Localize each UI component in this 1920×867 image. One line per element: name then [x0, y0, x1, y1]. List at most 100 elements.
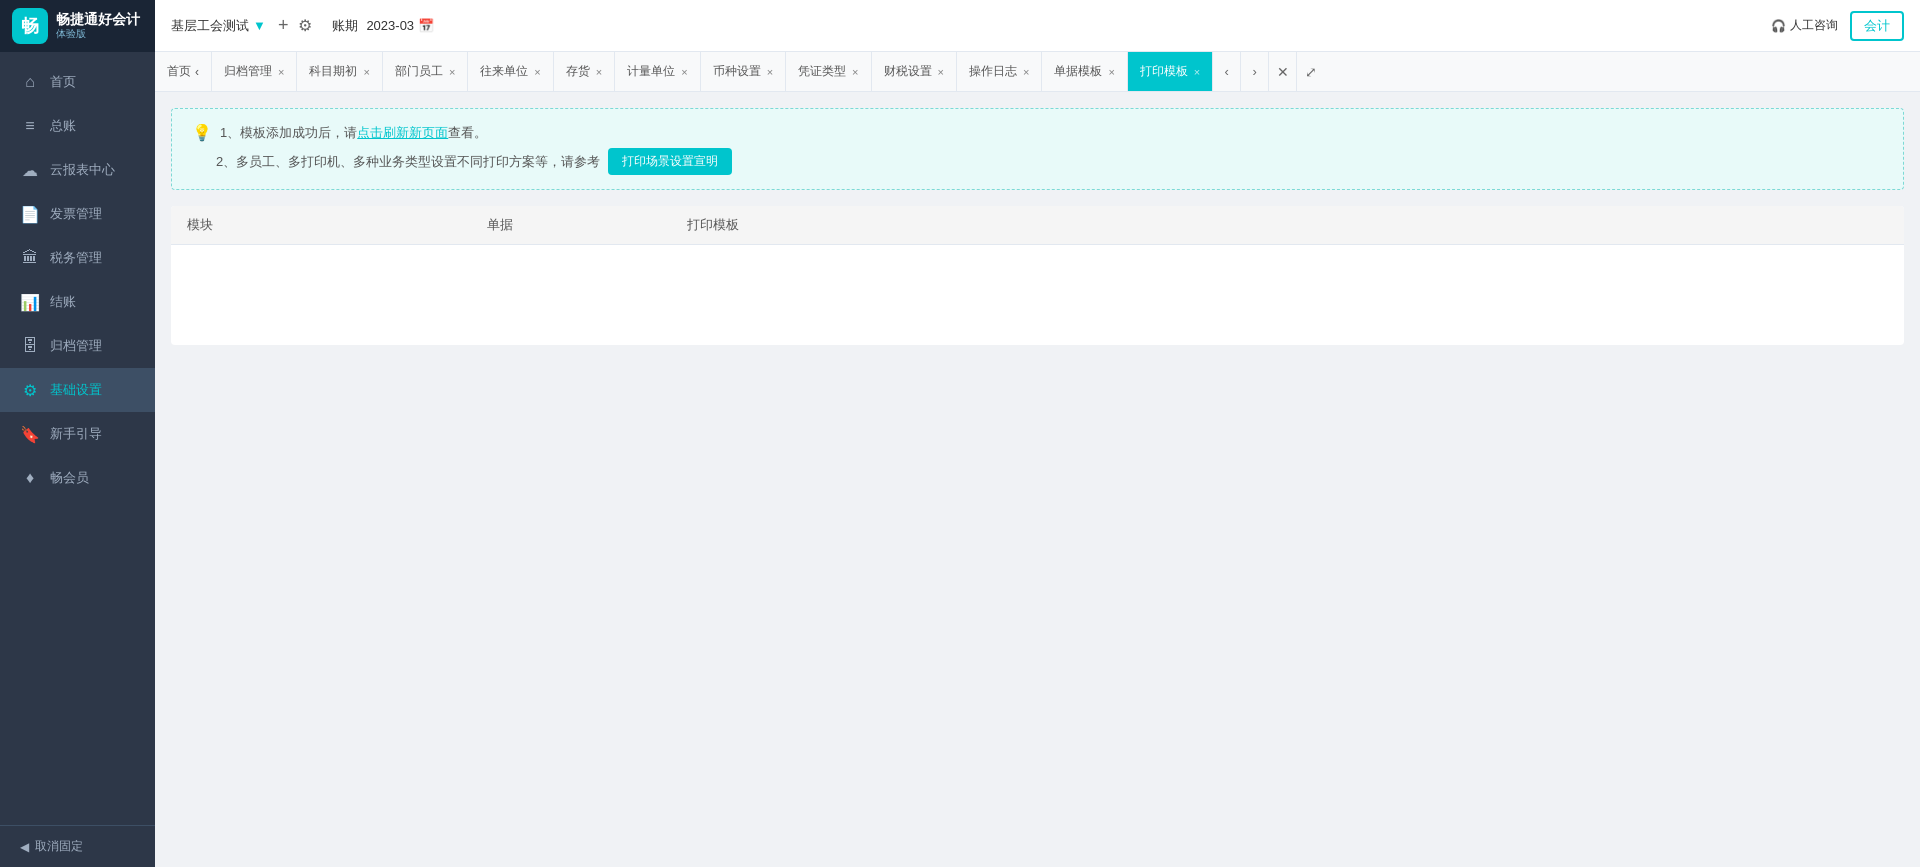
tab-currency-close[interactable]: ×: [767, 66, 773, 78]
tab-prev-button[interactable]: ‹: [1213, 52, 1241, 92]
tax-icon: 🏛: [20, 248, 40, 268]
table-header: 模块 单据 打印模板: [171, 206, 1904, 245]
tab-measure[interactable]: 计量单位 ×: [615, 52, 700, 92]
sidebar-item-vip[interactable]: ♦ 畅会员: [0, 456, 155, 500]
notice-line-2: 2、多员工、多打印机、多种业务类型设置不同打印方案等，请参考 打印场景设置宣明: [192, 148, 1883, 175]
company-name: 基层工会测试: [171, 17, 249, 35]
period-value: 2023-03: [366, 18, 414, 33]
tab-contacts[interactable]: 往来单位 ×: [468, 52, 553, 92]
tab-inventory-close[interactable]: ×: [596, 66, 602, 78]
tab-inventory[interactable]: 存货 ×: [554, 52, 615, 92]
tab-subject-init[interactable]: 科目期初 ×: [297, 52, 382, 92]
tab-voucher-close[interactable]: ×: [852, 66, 858, 78]
logo-icon: 畅: [12, 8, 48, 44]
tab-tax-label: 财税设置: [884, 63, 932, 80]
guide-icon: 🔖: [20, 424, 40, 444]
tab-archive-close[interactable]: ×: [278, 66, 284, 78]
tab-measure-label: 计量单位: [627, 63, 675, 80]
col-doc: 单据: [487, 216, 687, 234]
archive-icon: 🗄: [20, 336, 40, 356]
company-dropdown-icon[interactable]: ▼: [253, 18, 266, 33]
sidebar-item-reports[interactable]: ☁ 云报表中心: [0, 148, 155, 192]
sidebar-label-vip: 畅会员: [50, 469, 89, 487]
tab-op-log[interactable]: 操作日志 ×: [957, 52, 1042, 92]
tab-archive-mgmt[interactable]: 归档管理 ×: [212, 52, 297, 92]
tab-print-close[interactable]: ×: [1194, 66, 1200, 78]
notice-refresh-link[interactable]: 点击刷新新页面: [357, 124, 448, 142]
topbar: 基层工会测试 ▼ + ⚙ 账期 2023-03 📅 🎧 人工咨询 会计: [155, 0, 1920, 52]
notice-text-1-after: 查看。: [448, 124, 487, 142]
invoice-icon: 📄: [20, 204, 40, 224]
tab-tax-close[interactable]: ×: [938, 66, 944, 78]
sidebar-unpin-button[interactable]: ◀ 取消固定: [0, 825, 155, 867]
table-body: [171, 245, 1904, 345]
sidebar-item-invoice[interactable]: 📄 发票管理: [0, 192, 155, 236]
headset-icon: 🎧: [1771, 19, 1786, 33]
tab-contacts-label: 往来单位: [480, 63, 528, 80]
period-selector[interactable]: 账期 2023-03 📅: [332, 17, 434, 35]
notice-box: 💡 1、模板添加成功后，请 点击刷新新页面 查看。 2、多员工、多打印机、多种业…: [171, 108, 1904, 190]
notice-line-1: 💡 1、模板添加成功后，请 点击刷新新页面 查看。: [192, 123, 1883, 142]
period-calendar-icon[interactable]: 📅: [418, 18, 434, 33]
tab-expand-button[interactable]: ⤢: [1297, 52, 1325, 92]
tab-op-label: 操作日志: [969, 63, 1017, 80]
tab-op-close[interactable]: ×: [1023, 66, 1029, 78]
sidebar-item-archive[interactable]: 🗄 归档管理: [0, 324, 155, 368]
sidebar-logo: 畅 畅捷通好会计 体验版: [0, 0, 155, 52]
sidebar-label-archive: 归档管理: [50, 337, 102, 355]
customer-service-button[interactable]: 🎧 人工咨询: [1771, 17, 1838, 34]
tab-subject-label: 科目期初: [309, 63, 357, 80]
tab-next-button[interactable]: ›: [1241, 52, 1269, 92]
sidebar-item-home[interactable]: ⌂ 首页: [0, 60, 155, 104]
main-content: 隐藏预置模板设置 💡 1、模板添加成功后，请 点击刷新新页面 查看。 2、多员工…: [155, 92, 1920, 867]
sidebar-label-settings: 基础设置: [50, 381, 102, 399]
company-selector[interactable]: 基层工会测试 ▼: [171, 17, 266, 35]
tab-home-label: 首页: [167, 63, 191, 80]
tab-print-template[interactable]: 打印模板 ×: [1128, 52, 1213, 92]
tab-tax-settings[interactable]: 财税设置 ×: [872, 52, 957, 92]
tab-measure-close[interactable]: ×: [681, 66, 687, 78]
tab-inventory-label: 存货: [566, 63, 590, 80]
tab-currency[interactable]: 币种设置 ×: [701, 52, 786, 92]
notice-text-2: 2、多员工、多打印机、多种业务类型设置不同打印方案等，请参考: [216, 153, 600, 171]
ledger-icon: ≡: [20, 116, 40, 136]
reports-icon: ☁: [20, 160, 40, 180]
tab-dept-label: 部门员工: [395, 63, 443, 80]
add-company-icon[interactable]: +: [278, 15, 289, 36]
sidebar-label-home: 首页: [50, 73, 76, 91]
tab-currency-label: 币种设置: [713, 63, 761, 80]
sidebar-label-reports: 云报表中心: [50, 161, 115, 179]
period-label: 账期: [332, 17, 358, 35]
content-wrapper: 隐藏预置模板设置 💡 1、模板添加成功后，请 点击刷新新页面 查看。 2、多员工…: [171, 108, 1904, 345]
tab-contacts-close[interactable]: ×: [534, 66, 540, 78]
tab-home[interactable]: 首页 ‹: [155, 52, 212, 92]
sidebar-label-settle: 结账: [50, 293, 76, 311]
sidebar-label-ledger: 总账: [50, 117, 76, 135]
sidebar-nav: ⌂ 首页 ≡ 总账 ☁ 云报表中心 📄 发票管理 🏛 税务管理 📊 结账 🗄 归…: [0, 52, 155, 825]
tab-subject-close[interactable]: ×: [363, 66, 369, 78]
vip-icon: ♦: [20, 468, 40, 488]
tab-dept-close[interactable]: ×: [449, 66, 455, 78]
sidebar-item-settings[interactable]: ⚙ 基础设置: [0, 368, 155, 412]
account-button[interactable]: 会计: [1850, 11, 1904, 41]
company-settings-icon[interactable]: ⚙: [298, 16, 312, 35]
tabbar: 首页 ‹ 归档管理 × 科目期初 × 部门员工 × 往来单位 × 存货 × 计量…: [155, 52, 1920, 92]
tab-single-close[interactable]: ×: [1108, 66, 1114, 78]
sidebar-item-tax[interactable]: 🏛 税务管理: [0, 236, 155, 280]
sidebar-item-ledger[interactable]: ≡ 总账: [0, 104, 155, 148]
sidebar-item-settle[interactable]: 📊 结账: [0, 280, 155, 324]
tab-voucher-label: 凭证类型: [798, 63, 846, 80]
sidebar-item-guide[interactable]: 🔖 新手引导: [0, 412, 155, 456]
tab-close-all-button[interactable]: ✕: [1269, 52, 1297, 92]
notice-bulb-icon: 💡: [192, 123, 212, 142]
sidebar-label-guide: 新手引导: [50, 425, 102, 443]
logo-text: 畅捷通好会计 体验版: [56, 11, 140, 42]
col-module: 模块: [187, 216, 487, 234]
tab-single-template[interactable]: 单据模板 ×: [1042, 52, 1127, 92]
tab-voucher-type[interactable]: 凭证类型 ×: [786, 52, 871, 92]
home-icon: ⌂: [20, 72, 40, 92]
print-scene-button[interactable]: 打印场景设置宣明: [608, 148, 732, 175]
unpin-icon: ◀: [20, 840, 29, 854]
notice-text-1-before: 1、模板添加成功后，请: [220, 124, 357, 142]
tab-dept-emp[interactable]: 部门员工 ×: [383, 52, 468, 92]
